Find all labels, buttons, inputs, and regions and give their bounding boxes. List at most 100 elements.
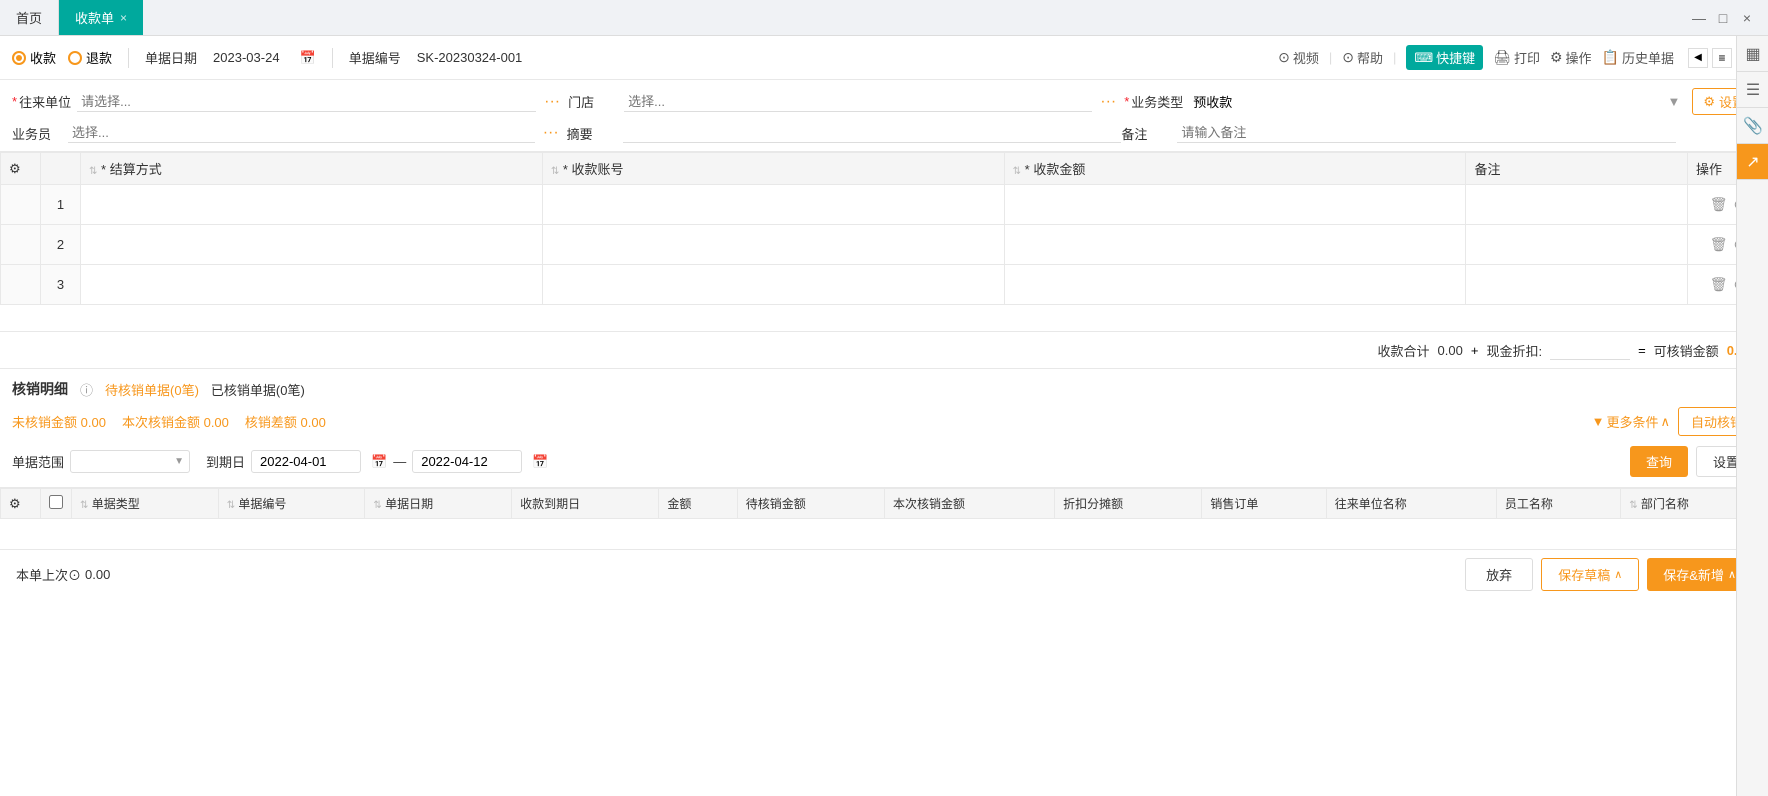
select-all-checkbox[interactable] bbox=[49, 495, 63, 509]
receipt-amount-cell[interactable] bbox=[1004, 225, 1466, 265]
verify-tab-pending[interactable]: 待核销单据(0笔) bbox=[105, 380, 199, 399]
delete-icon[interactable]: 🗑 bbox=[1710, 276, 1728, 293]
settlement-method-cell[interactable] bbox=[81, 265, 543, 305]
shortcut-icon: ⌨ bbox=[1414, 50, 1433, 66]
counterpart-field: * 往来单位 ··· bbox=[12, 92, 568, 112]
plus-sign: + bbox=[1471, 343, 1479, 358]
form-area: * 往来单位 ··· 门店 ··· * 业务类型 预收款 ▼ ⚙ bbox=[0, 80, 1768, 152]
unchecked-label: 未核销金额 bbox=[12, 415, 77, 430]
toolbar-right: ⊙ 视频 | ⊙ 帮助 | ⌨ 快捷键 🖨 打印 ⚙ 操作 📋 bbox=[1278, 45, 1756, 70]
salesman-input[interactable] bbox=[68, 123, 535, 143]
business-type-chevron[interactable]: ▼ bbox=[1667, 94, 1680, 109]
more-conditions-button[interactable]: ▼ 更多条件 ∧ bbox=[1592, 412, 1670, 431]
minimize-button[interactable]: — bbox=[1690, 9, 1708, 27]
save-draft-button[interactable]: 保存草稿 ∧ bbox=[1541, 558, 1639, 591]
delete-icon[interactable]: 🗑 bbox=[1710, 196, 1728, 213]
bill-range-field: 单据范围 ▼ bbox=[12, 450, 190, 473]
counterpart-more-icon[interactable]: ··· bbox=[544, 93, 560, 111]
sidebar-list-icon[interactable]: ☰ bbox=[1737, 72, 1768, 108]
summary-row: 收款合计 0.00 + 现金折扣: = 可核销金额 0.00 bbox=[0, 332, 1768, 369]
video-button[interactable]: ⊙ 视频 bbox=[1278, 48, 1319, 67]
receipt-account-cell[interactable] bbox=[542, 265, 1004, 305]
summary-label: 摘要 bbox=[567, 124, 617, 143]
query-button[interactable]: 查询 bbox=[1630, 446, 1688, 477]
list-view-icon[interactable]: ≡ bbox=[1712, 48, 1732, 68]
settlement-method-cell[interactable] bbox=[81, 225, 543, 265]
sidebar-expand-icon[interactable]: ↗ bbox=[1737, 144, 1768, 180]
bill-range-select[interactable] bbox=[70, 450, 190, 473]
second-th-1[interactable] bbox=[41, 489, 72, 519]
sidebar-table-icon[interactable]: ▦ bbox=[1737, 36, 1768, 72]
calendar-icon-1[interactable]: 📅 bbox=[300, 50, 316, 66]
restore-button[interactable]: □ bbox=[1714, 9, 1732, 27]
help-button[interactable]: ⊙ 帮助 bbox=[1342, 48, 1383, 67]
history-button[interactable]: 📋 历史单据 bbox=[1602, 48, 1674, 67]
verify-tab-done[interactable]: 已核销单据(0笔) bbox=[211, 380, 305, 399]
sidebar-attachment-icon[interactable]: 📎 bbox=[1737, 108, 1768, 144]
tab-current-label: 收款单 bbox=[75, 8, 114, 27]
verify-info-icon[interactable]: ⓘ bbox=[80, 380, 93, 399]
remark-cell[interactable] bbox=[1466, 265, 1688, 305]
row-num-cell: 2 bbox=[41, 225, 81, 265]
print-button[interactable]: 🖨 打印 bbox=[1493, 48, 1540, 67]
net-label: 可核销金额 bbox=[1654, 341, 1719, 360]
radio-refund[interactable]: 退款 bbox=[68, 48, 112, 67]
remark-input[interactable] bbox=[1177, 123, 1676, 143]
receipt-amount-cell[interactable] bbox=[1004, 265, 1466, 305]
tab-home[interactable]: 首页 bbox=[0, 0, 59, 35]
verify-title: 核销明细 bbox=[12, 379, 68, 399]
second-th-12: 员工名称 bbox=[1496, 489, 1620, 519]
row-settings-cell bbox=[1, 265, 41, 305]
settings-gear-icon: ⚙ bbox=[1703, 94, 1715, 110]
shortcut-button[interactable]: ⌨ 快捷键 bbox=[1406, 45, 1483, 70]
row-num-cell: 1 bbox=[41, 185, 81, 225]
th-settings[interactable]: ⚙ bbox=[1, 153, 41, 185]
second-settings-icon[interactable]: ⚙ bbox=[9, 496, 21, 511]
due-date-label: 到期日 bbox=[206, 452, 245, 471]
counterpart-input[interactable] bbox=[77, 92, 536, 112]
delete-icon[interactable]: 🗑 bbox=[1710, 236, 1728, 253]
abandon-button[interactable]: 放弃 bbox=[1465, 558, 1533, 591]
operation-button[interactable]: ⚙ 操作 bbox=[1550, 48, 1592, 67]
shortcut-label: 快捷键 bbox=[1436, 48, 1475, 67]
receipt-amount-cell[interactable] bbox=[1004, 185, 1466, 225]
current-amount-stat: 本次核销金额 0.00 bbox=[122, 412, 229, 431]
bill-range-select-wrapper: ▼ bbox=[70, 450, 190, 473]
cal-icon-2[interactable]: 📅 bbox=[532, 454, 548, 470]
nav-left-icon[interactable]: ◀ bbox=[1688, 48, 1708, 68]
verify-filter-row: 单据范围 ▼ 到期日 📅 — 📅 查询 设置 bbox=[12, 446, 1756, 477]
due-date-from-input[interactable] bbox=[251, 450, 361, 473]
unchecked-amount-stat: 未核销金额 0.00 bbox=[12, 412, 106, 431]
shop-more-icon[interactable]: ··· bbox=[1100, 93, 1116, 111]
diff-stat: 核销差额 0.00 bbox=[245, 412, 326, 431]
toolbar-divider-2 bbox=[332, 48, 333, 68]
filter-icon: ▼ bbox=[1592, 414, 1605, 429]
receipt-account-cell[interactable] bbox=[542, 225, 1004, 265]
second-th-0[interactable]: ⚙ bbox=[1, 489, 41, 519]
print-icon: 🖨 bbox=[1493, 49, 1511, 66]
bottom-info: 本单上次⊙ 0.00 bbox=[16, 565, 110, 584]
date-label: 单据日期 bbox=[145, 48, 197, 67]
close-button[interactable]: × bbox=[1738, 9, 1756, 27]
cal-icon-1[interactable]: 📅 bbox=[371, 454, 387, 470]
tab-current[interactable]: 收款单 × bbox=[59, 0, 143, 35]
receipt-account-cell[interactable] bbox=[542, 185, 1004, 225]
second-th-3: ⇅ 单据编号 bbox=[218, 489, 365, 519]
settlement-method-cell[interactable] bbox=[81, 185, 543, 225]
radio-receive[interactable]: 收款 bbox=[12, 48, 56, 67]
shop-input[interactable] bbox=[624, 92, 1092, 112]
due-date-to-input[interactable] bbox=[412, 450, 522, 473]
total-label: 收款合计 bbox=[1378, 341, 1430, 360]
remark-cell[interactable] bbox=[1466, 185, 1688, 225]
number-label: 单据编号 bbox=[349, 48, 401, 67]
tab-close-icon[interactable]: × bbox=[120, 11, 127, 25]
bill-label: 本单上次⊙ bbox=[16, 565, 81, 584]
th-receipt-amount: ⇅ * 收款金额 bbox=[1004, 153, 1466, 185]
summary-input[interactable] bbox=[623, 123, 1122, 143]
th-receipt-account: ⇅ * 收款账号 bbox=[542, 153, 1004, 185]
discount-input[interactable] bbox=[1550, 340, 1630, 360]
required-star-1: * bbox=[12, 94, 17, 109]
remark-cell[interactable] bbox=[1466, 225, 1688, 265]
second-th-4: ⇅ 单据日期 bbox=[365, 489, 512, 519]
salesman-more-icon[interactable]: ··· bbox=[543, 124, 559, 142]
